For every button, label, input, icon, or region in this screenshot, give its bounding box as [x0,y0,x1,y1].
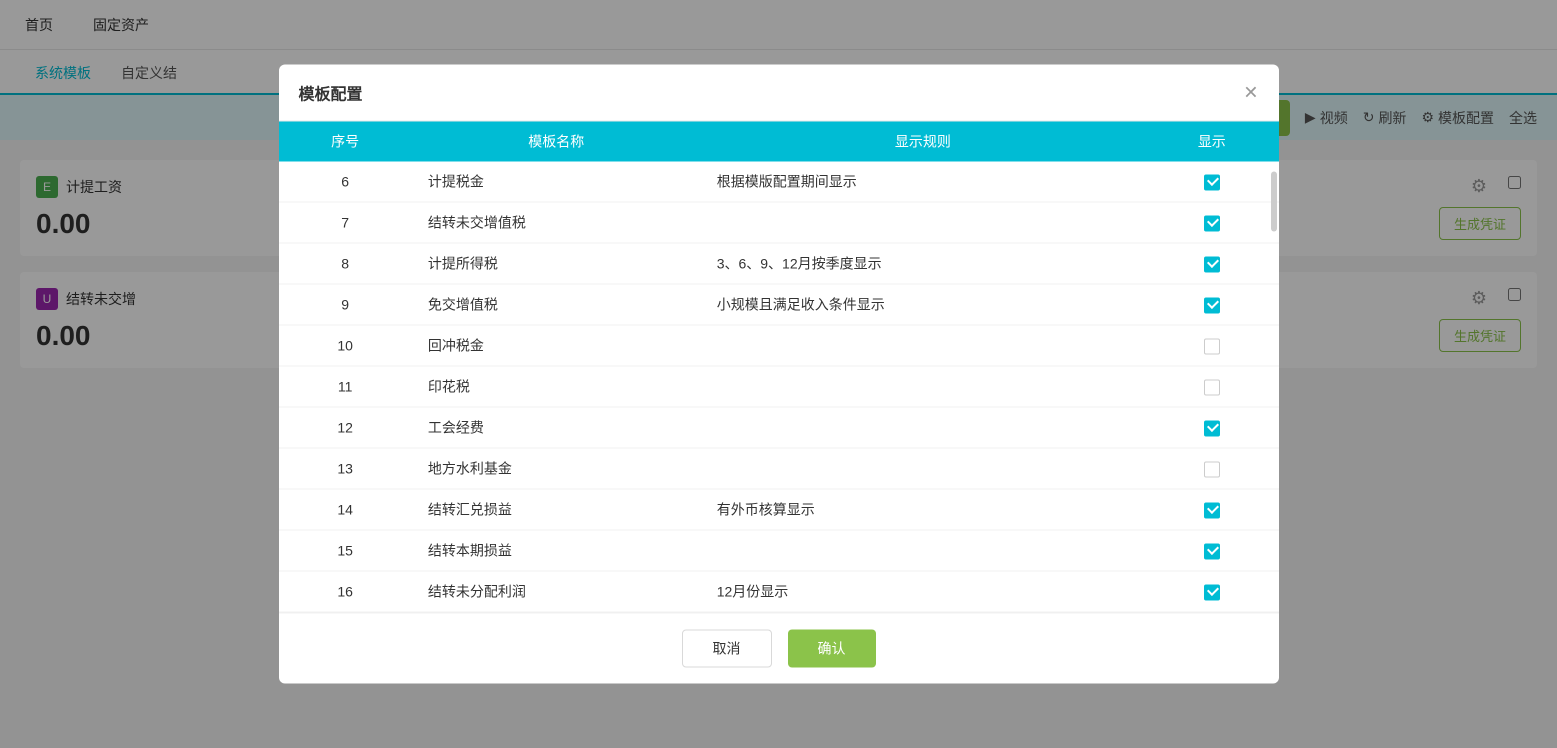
row-display-cell [1145,407,1278,448]
template-config-modal: 模板配置 ✕ 序号 模板名称 显示规则 显示 6计提税金根据模版配置期间显示7结… [279,65,1279,684]
row-display-cell [1145,366,1278,407]
row-name: 结转未分配利润 [412,571,701,612]
row-checkbox[interactable] [1204,379,1220,395]
row-checkbox[interactable] [1204,584,1220,600]
row-num: 7 [279,202,412,243]
row-num: 10 [279,325,412,366]
row-display-cell [1145,325,1278,366]
table-row: 7结转未交增值税 [279,202,1279,243]
cancel-button[interactable]: 取消 [682,630,772,668]
row-name: 印花税 [412,366,701,407]
table-wrapper: 序号 模板名称 显示规则 显示 6计提税金根据模版配置期间显示7结转未交增值税8… [279,122,1279,613]
row-num: 16 [279,571,412,612]
row-name: 计提税金 [412,162,701,203]
row-rule [701,202,1145,243]
row-num: 8 [279,243,412,284]
row-name: 结转未交增值税 [412,202,701,243]
col-rule: 显示规则 [701,122,1145,162]
row-name: 地方水利基金 [412,448,701,489]
config-table: 序号 模板名称 显示规则 显示 6计提税金根据模版配置期间显示7结转未交增值税8… [279,122,1279,613]
row-rule: 12月份显示 [701,571,1145,612]
row-num: 9 [279,284,412,325]
row-display-cell [1145,284,1278,325]
row-display-cell [1145,489,1278,530]
row-checkbox[interactable] [1204,502,1220,518]
row-checkbox[interactable] [1204,215,1220,231]
row-name: 结转汇兑损益 [412,489,701,530]
modal-title: 模板配置 [299,81,363,105]
table-row: 11印花税 [279,366,1279,407]
table-body: 6计提税金根据模版配置期间显示7结转未交增值税8计提所得税3、6、9、12月按季… [279,162,1279,613]
row-rule [701,407,1145,448]
row-checkbox[interactable] [1204,543,1220,559]
row-num: 15 [279,530,412,571]
table-row: 15结转本期损益 [279,530,1279,571]
row-display-cell [1145,530,1278,571]
confirm-button[interactable]: 确认 [788,630,876,668]
modal-close-button[interactable]: ✕ [1243,84,1258,102]
table-row: 10回冲税金 [279,325,1279,366]
row-name: 结转本期损益 [412,530,701,571]
row-rule [701,448,1145,489]
modal-header: 模板配置 ✕ [279,65,1279,122]
row-display-cell [1145,162,1278,203]
row-num: 13 [279,448,412,489]
row-rule [701,530,1145,571]
row-rule [701,325,1145,366]
row-checkbox[interactable] [1204,420,1220,436]
row-checkbox[interactable] [1204,256,1220,272]
row-display-cell [1145,202,1278,243]
table-row: 14结转汇兑损益有外币核算显示 [279,489,1279,530]
table-header: 序号 模板名称 显示规则 显示 [279,122,1279,162]
col-name: 模板名称 [412,122,701,162]
table-row: 8计提所得税3、6、9、12月按季度显示 [279,243,1279,284]
row-name: 工会经费 [412,407,701,448]
row-rule: 小规模且满足收入条件显示 [701,284,1145,325]
col-num: 序号 [279,122,412,162]
row-checkbox[interactable] [1204,461,1220,477]
row-num: 6 [279,162,412,203]
row-display-cell [1145,448,1278,489]
row-rule: 3、6、9、12月按季度显示 [701,243,1145,284]
row-display-cell [1145,243,1278,284]
row-num: 12 [279,407,412,448]
row-num: 11 [279,366,412,407]
table-row: 6计提税金根据模版配置期间显示 [279,162,1279,203]
row-checkbox[interactable] [1204,174,1220,190]
row-display-cell [1145,571,1278,612]
table-row: 9免交增值税小规模且满足收入条件显示 [279,284,1279,325]
row-name: 免交增值税 [412,284,701,325]
table-row: 13地方水利基金 [279,448,1279,489]
col-display: 显示 [1145,122,1278,162]
row-rule: 有外币核算显示 [701,489,1145,530]
row-rule [701,366,1145,407]
row-checkbox[interactable] [1204,297,1220,313]
row-name: 计提所得税 [412,243,701,284]
modal-footer: 取消 确认 [279,613,1279,684]
row-rule: 根据模版配置期间显示 [701,162,1145,203]
table-row: 16结转未分配利润12月份显示 [279,571,1279,612]
row-name: 回冲税金 [412,325,701,366]
row-checkbox[interactable] [1204,338,1220,354]
table-row: 12工会经费 [279,407,1279,448]
scrollbar-hint [1271,172,1277,232]
row-num: 14 [279,489,412,530]
